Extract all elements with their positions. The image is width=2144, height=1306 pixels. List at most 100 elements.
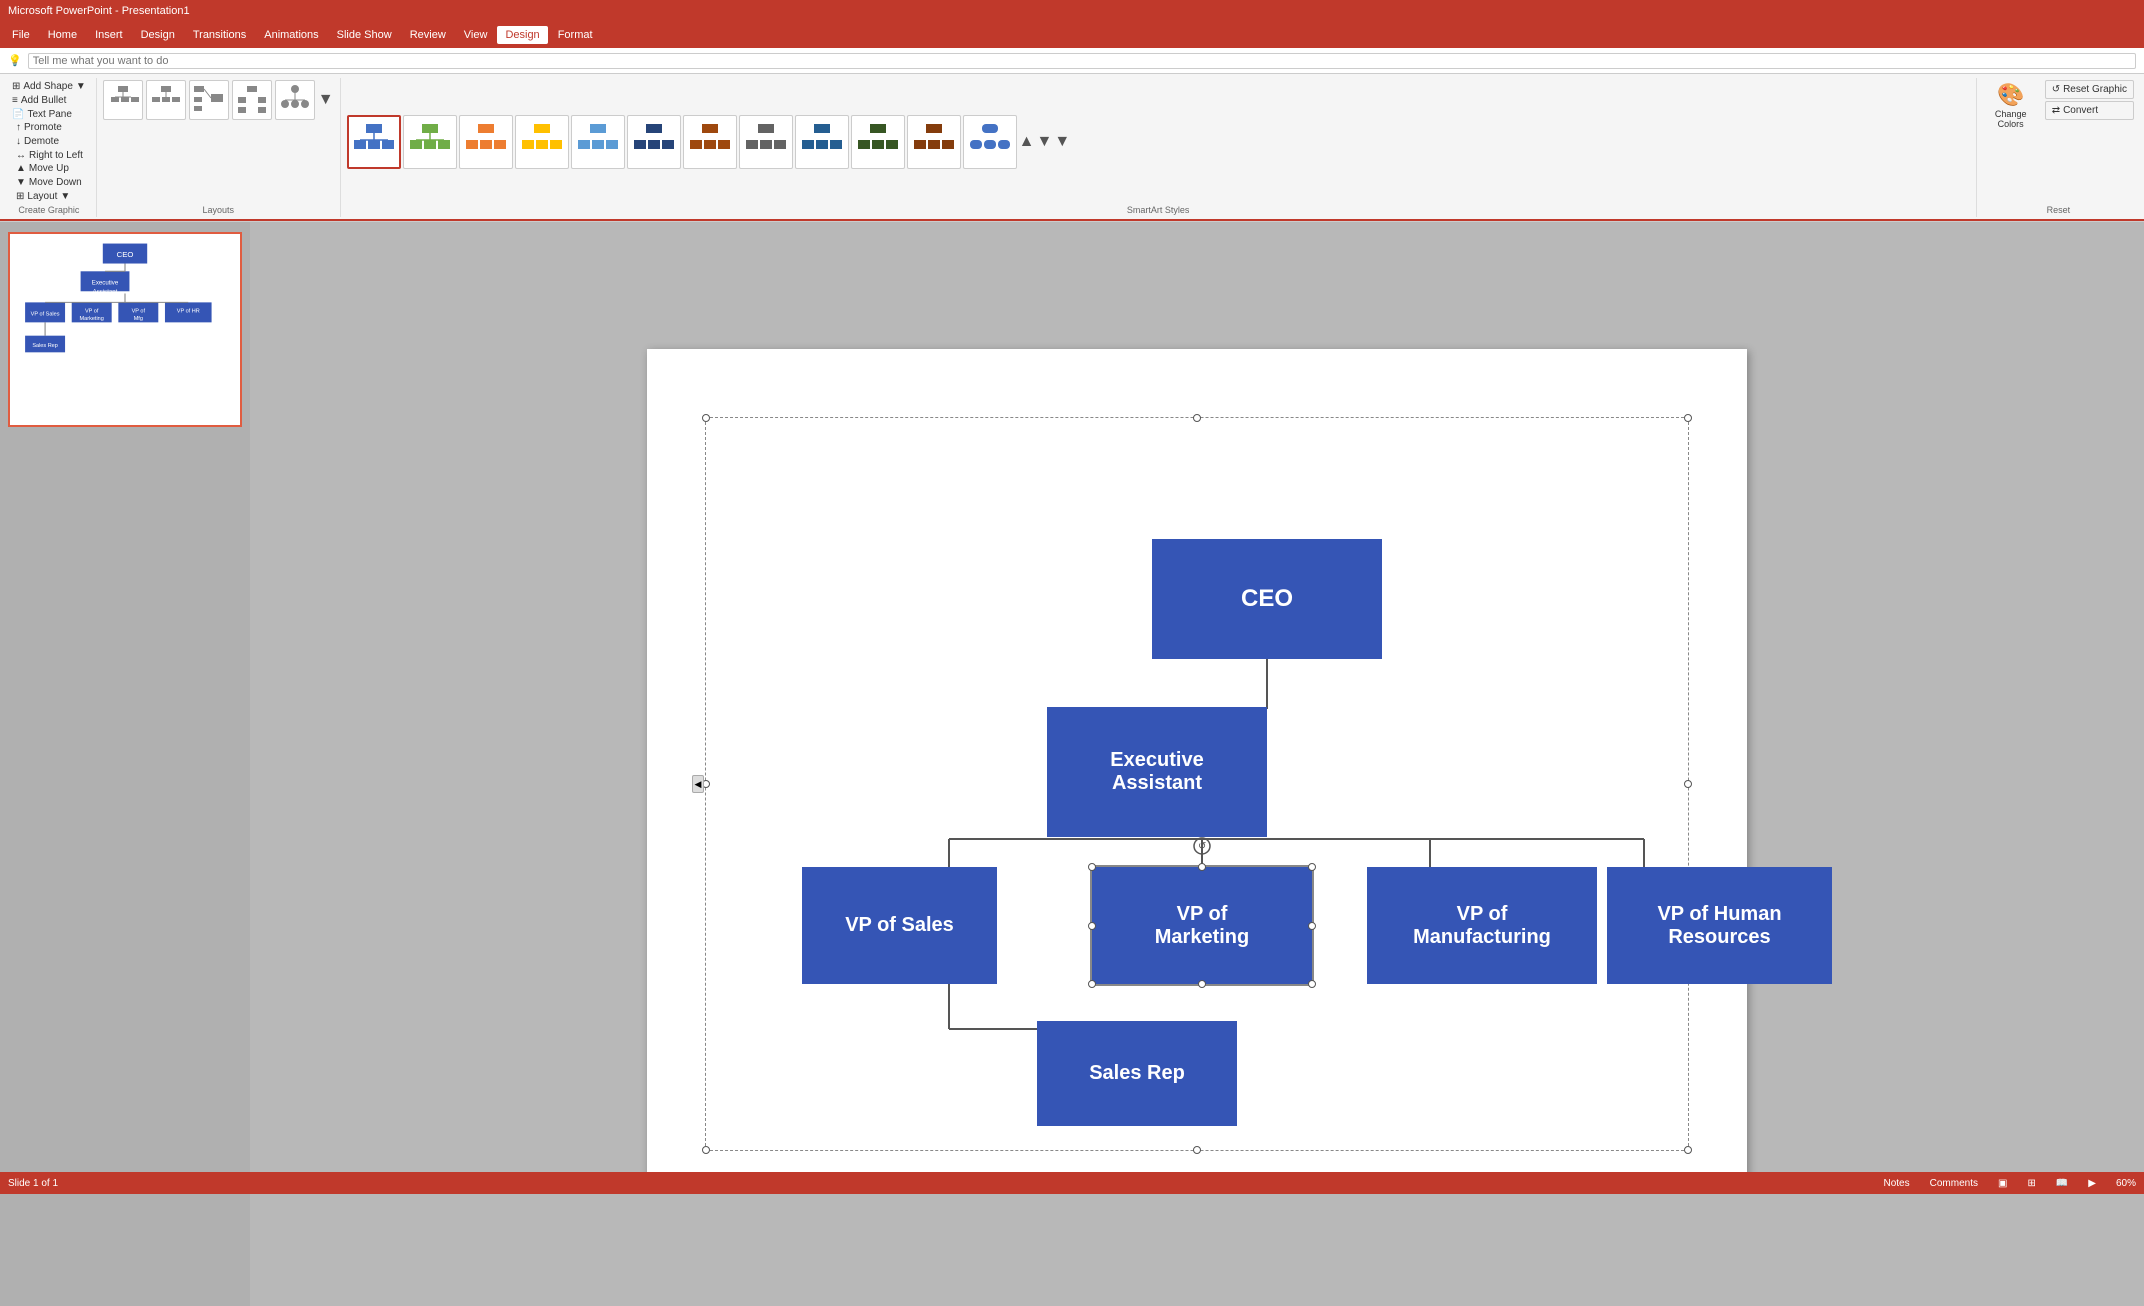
smartart-style-7[interactable] [683,115,737,169]
smartart-style-9[interactable] [795,115,849,169]
menu-design-active[interactable]: Design [497,26,547,44]
smartart-style-2[interactable] [403,115,457,169]
create-graphic-buttons2: ↑ Promote ↓ Demote ↔ Right to Left [12,121,87,162]
menu-format[interactable]: Format [550,26,601,44]
menu-animations[interactable]: Animations [256,26,326,44]
vm-handle-bc[interactable] [1198,980,1206,988]
add-shape-button[interactable]: ⊞ Add Shape ▼ [8,80,90,93]
tell-me-input[interactable] [28,53,2136,69]
smartart-style-1[interactable] [347,115,401,169]
notes-button[interactable]: Notes [1884,1178,1910,1189]
convert-button[interactable]: ⇄ Convert [2045,101,2134,120]
text-pane-icon: 📄 [12,109,24,120]
handle-mr[interactable] [1684,780,1692,788]
styles-more[interactable]: ▼ [1054,133,1070,151]
change-colors-icon: 🎨 [1997,82,2024,108]
vm-handle-tc[interactable] [1198,863,1206,871]
smartart-style-10[interactable] [851,115,905,169]
layout-box-5[interactable] [275,80,315,120]
slide-canvas: ◀ ↺ [647,349,1747,1179]
menu-file[interactable]: File [4,26,38,44]
styles-scroll-down[interactable]: ▼ [1036,133,1052,151]
canvas-area[interactable]: ◀ ↺ [250,222,2144,1306]
layout-box-2[interactable] [146,80,186,120]
ceo-box[interactable]: CEO [1152,539,1382,659]
right-to-left-button[interactable]: ↔ Right to Left [12,149,87,162]
menu-home[interactable]: Home [40,26,85,44]
add-shape-icon: ⊞ [12,81,20,92]
reset-graphic-button[interactable]: ↺ Reset Graphic [2045,80,2134,99]
layouts-dropdown[interactable]: ▼ [318,91,334,109]
exec-assistant-box[interactable]: Executive Assistant [1047,707,1267,837]
handle-tr[interactable] [1684,414,1692,422]
smartart-style-3[interactable] [459,115,513,169]
vm-handle-br[interactable] [1308,980,1316,988]
smartart-style-11[interactable] [907,115,961,169]
vp-sales-box[interactable]: VP of Sales [802,867,997,984]
menu-bar: File Home Insert Design Transitions Anim… [0,22,2144,48]
vm-handle-tr[interactable] [1308,863,1316,871]
handle-tl[interactable] [702,414,710,422]
reset-icon: ↺ [2052,84,2060,95]
status-bar: Slide 1 of 1 Notes Comments ▣ ⊞ 📖 ▶ 60% [0,1172,2144,1194]
layout-box-4[interactable] [232,80,272,120]
smartart-styles-group: ▲ ▼ ▼ SmartArt Styles [343,78,1977,217]
menu-review[interactable]: Review [402,26,454,44]
smartart-style-12[interactable] [963,115,1017,169]
demote-button[interactable]: ↓ Demote [12,135,87,148]
menu-design[interactable]: Design [133,26,183,44]
menu-view[interactable]: View [456,26,496,44]
smartart-style-6[interactable] [627,115,681,169]
vp-manufacturing-box[interactable]: VP of Manufacturing [1367,867,1597,984]
comments-button[interactable]: Comments [1930,1178,1978,1189]
view-slide-sorter[interactable]: ⊞ [2027,1178,2035,1189]
create-graphic-group: ⊞ Add Shape ▼ ≡ Add Bullet 📄 Text Pane ↑… [4,78,97,217]
vp-hr-box[interactable]: VP of Human Resources [1607,867,1832,984]
ribbon-content: ⊞ Add Shape ▼ ≡ Add Bullet 📄 Text Pane ↑… [0,74,2144,221]
handle-bc[interactable] [1193,1146,1201,1154]
menu-insert[interactable]: Insert [87,26,131,44]
vm-handle-bl[interactable] [1088,980,1096,988]
add-bullet-button[interactable]: ≡ Add Bullet [8,94,90,107]
svg-text:VP of Sales: VP of Sales [31,312,60,318]
main-content: 1 CEO Executive Assistant VP of Sales VP… [0,222,2144,1306]
reset-label: Reset [1983,203,2134,215]
smartart-styles-label: SmartArt Styles [347,203,1970,215]
vm-handle-tl[interactable] [1088,863,1096,871]
menu-transitions[interactable]: Transitions [185,26,254,44]
handle-br[interactable] [1684,1146,1692,1154]
smartart-style-8[interactable] [739,115,793,169]
layout-box-1[interactable] [103,80,143,120]
create-graphic-buttons3: ▲ Move Up ▼ Move Down ⊞ Layout ▼ [12,162,86,203]
handle-tc[interactable] [1193,414,1201,422]
view-normal[interactable]: ▣ [1998,1178,2007,1189]
smartart-style-5[interactable] [571,115,625,169]
svg-text:Assistant: Assistant [93,288,118,295]
vm-handle-mr[interactable] [1308,922,1316,930]
demote-icon: ↓ [16,136,21,147]
layout-button[interactable]: ⊞ Layout ▼ [12,190,86,203]
view-reading[interactable]: 📖 [2056,1178,2068,1189]
text-pane-button[interactable]: 📄 Text Pane [8,108,90,121]
move-down-button[interactable]: ▼ Move Down [12,176,86,189]
menu-slideshow[interactable]: Slide Show [329,26,400,44]
smartart-style-4[interactable] [515,115,569,169]
collapse-arrow[interactable]: ◀ [692,775,704,793]
styles-scroll-up[interactable]: ▲ [1019,133,1035,151]
promote-button[interactable]: ↑ Promote [12,121,87,134]
layout-box-3[interactable] [189,80,229,120]
svg-text:VP of: VP of [85,308,99,314]
view-slideshow[interactable]: ▶ [2088,1178,2096,1189]
lightbulb-icon: 💡 [8,54,22,67]
sales-rep-box[interactable]: Sales Rep [1037,1021,1237,1126]
slide-1-thumbnail[interactable]: 1 CEO Executive Assistant VP of Sales VP… [8,232,242,427]
vp-marketing-box[interactable]: VP of Marketing [1092,867,1312,984]
reset-convert-col: ↺ Reset Graphic ⇄ Convert [2045,80,2134,120]
vm-handle-ml[interactable] [1088,922,1096,930]
layout-dropdown-icon: ▼ [60,191,70,202]
handle-ml[interactable] [702,780,710,788]
move-up-button[interactable]: ▲ Move Up [12,162,86,175]
add-shape-dropdown-icon: ▼ [76,81,86,92]
change-colors-button[interactable]: 🎨 Change Colors [1983,80,2039,131]
handle-bl[interactable] [702,1146,710,1154]
